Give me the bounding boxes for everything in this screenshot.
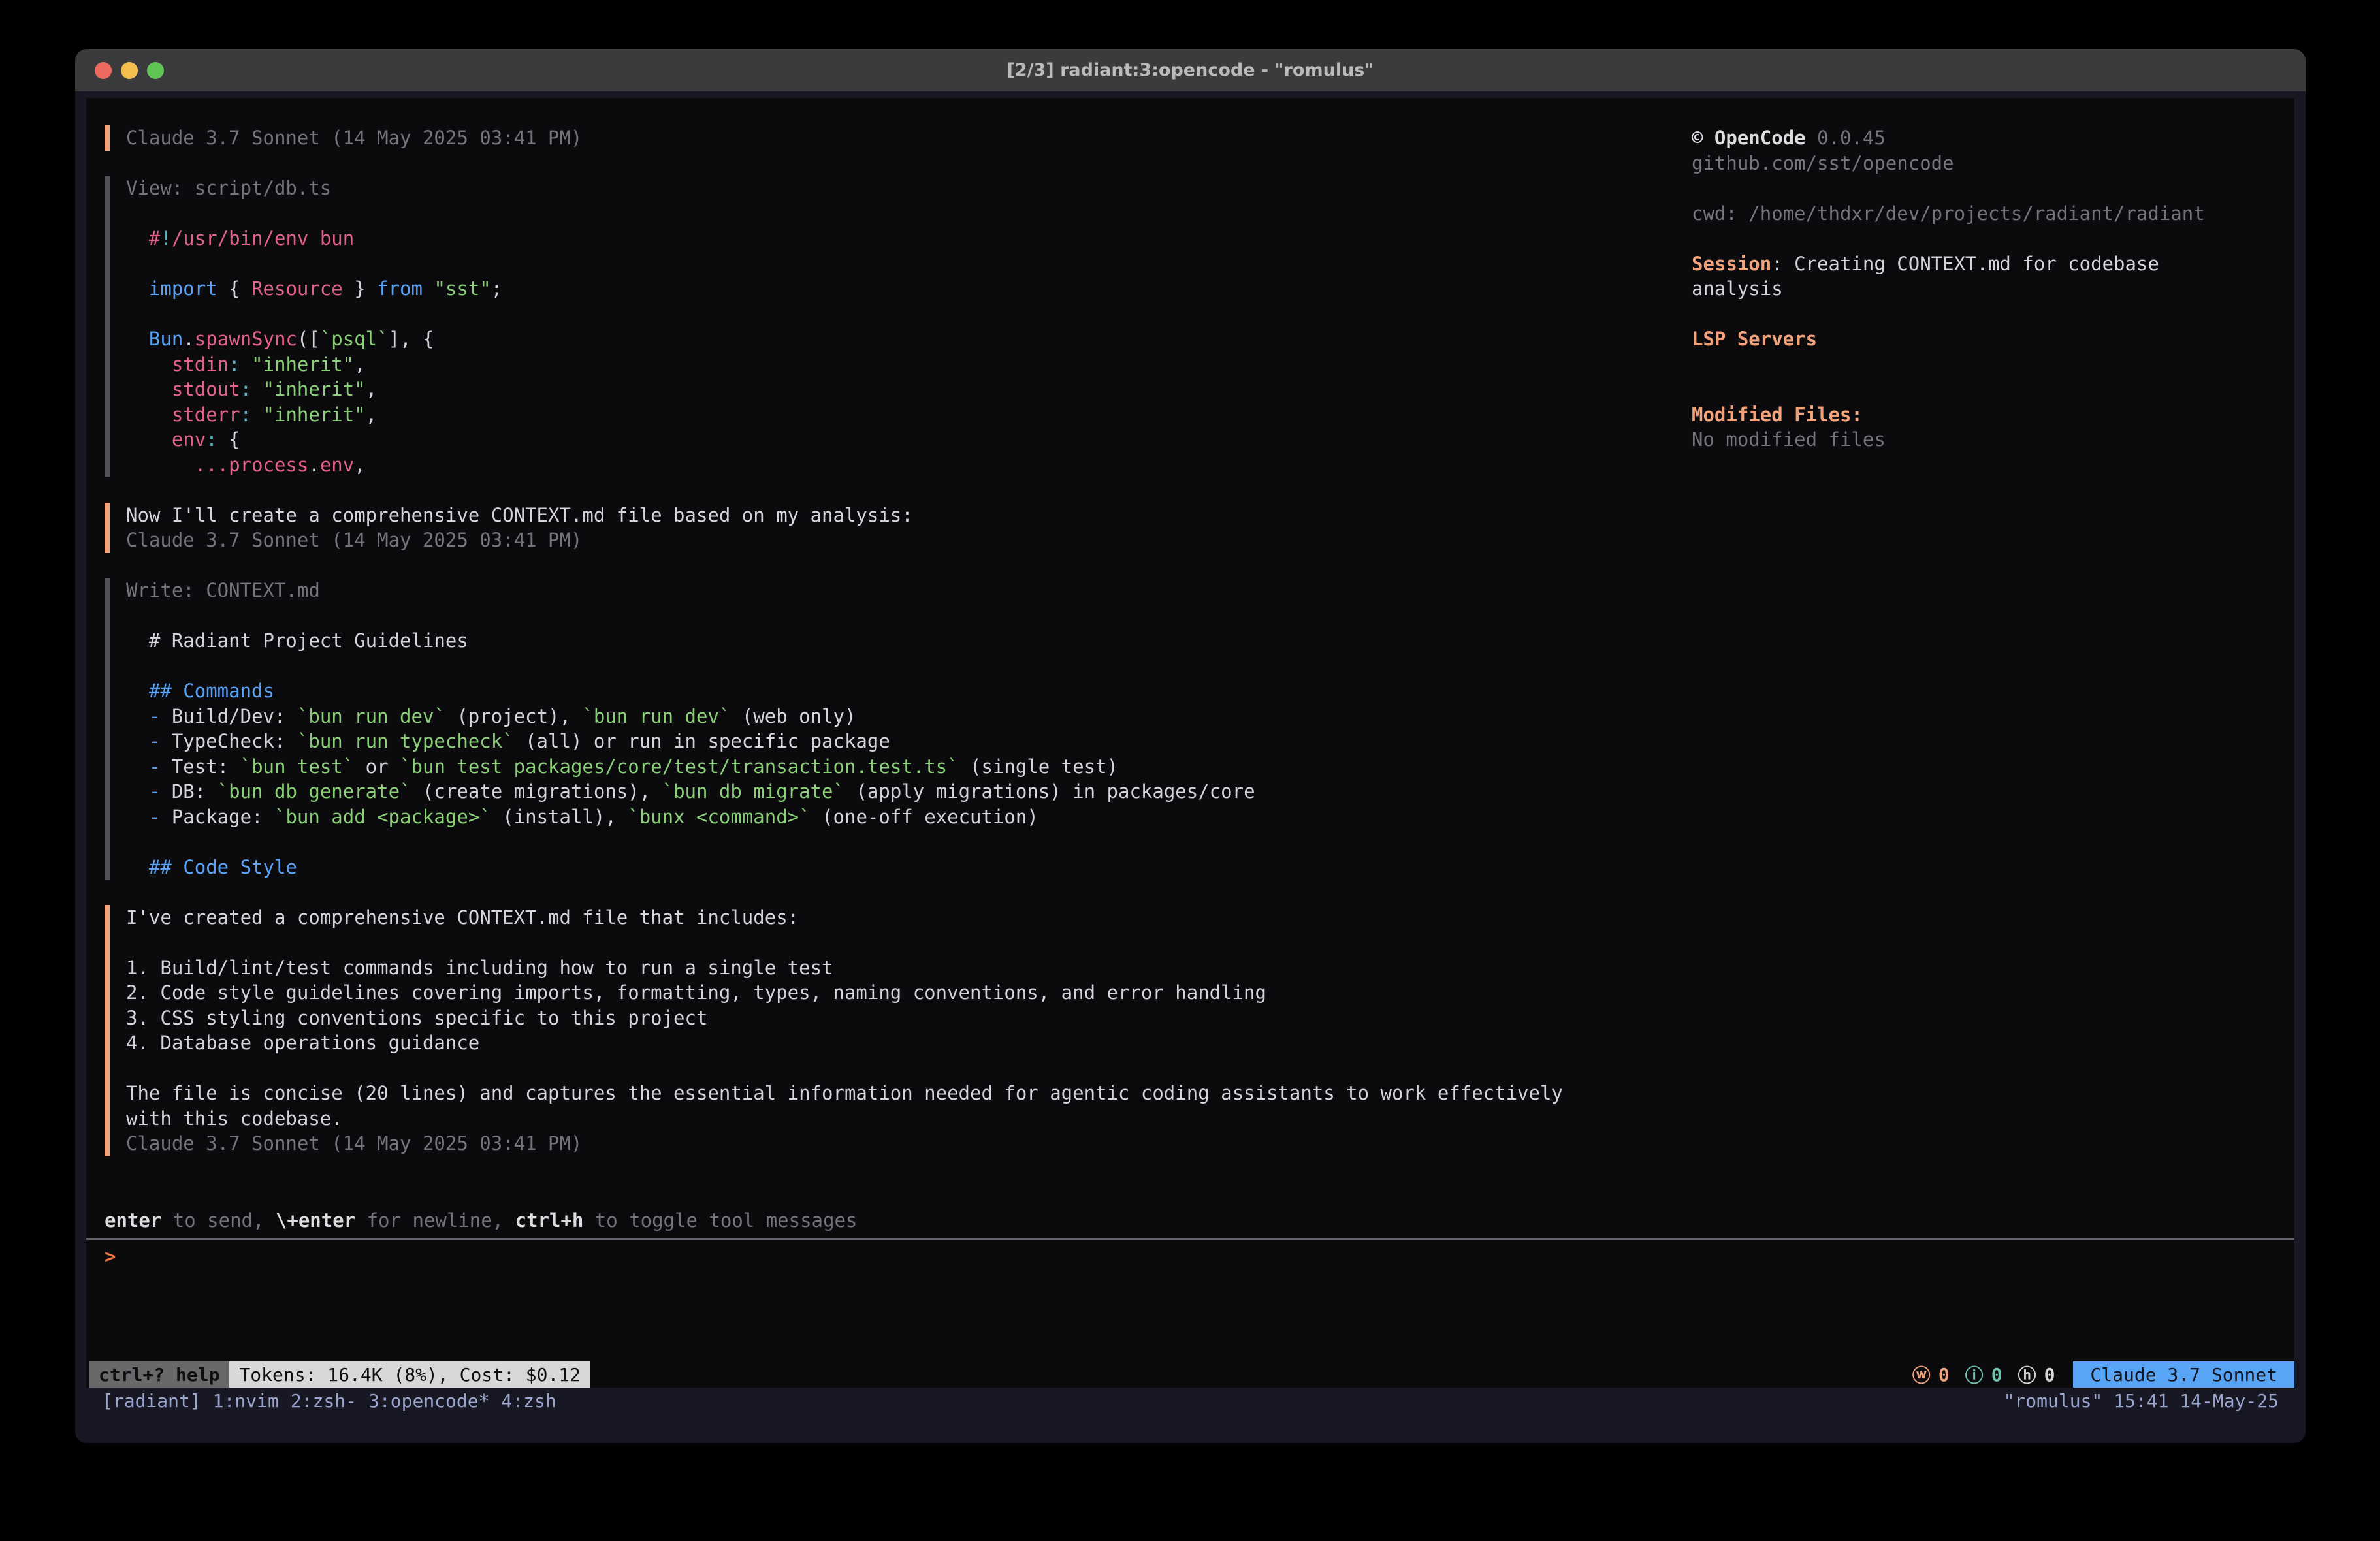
text-line: Write: CONTEXT.md <box>126 578 1692 603</box>
tokens-cost-indicator: Tokens: 16.4K (8%), Cost: $0.12 <box>229 1361 590 1388</box>
text-line: - Build/Dev: `bun run dev` (project), `b… <box>126 704 1692 729</box>
text-line: ...process.env, <box>126 453 1692 478</box>
text-line <box>1692 176 2294 201</box>
window-titlebar: [2/3] radiant:3:opencode - "romulus" <box>75 49 2306 91</box>
text-line <box>1692 226 2294 251</box>
text-line <box>126 1056 1692 1081</box>
text-line <box>126 654 1692 679</box>
text-line: Bun.spawnSync([`psql`], { <box>126 326 1692 352</box>
text-line: Claude 3.7 Sonnet (14 May 2025 03:41 PM) <box>126 528 1692 553</box>
text-line: stdin: "inherit", <box>126 352 1692 377</box>
terminal-content: Claude 3.7 Sonnet (14 May 2025 03:41 PM)… <box>75 91 2306 1443</box>
text-line: with this codebase. <box>126 1106 1692 1132</box>
opencode-tui: Claude 3.7 Sonnet (14 May 2025 03:41 PM)… <box>86 98 2294 1388</box>
minimize-button[interactable] <box>121 62 138 79</box>
warnings-icon: ⓦ <box>1912 1361 1931 1388</box>
tmux-windows: [radiant] 1:nvim 2:zsh- 3:opencode* 4:zsh <box>102 1390 568 1412</box>
message-block: Claude 3.7 Sonnet (14 May 2025 03:41 PM) <box>105 125 1692 151</box>
help-shortcut-hint: ctrl+? help <box>89 1361 229 1388</box>
warnings-value: 0 <box>1938 1364 1950 1386</box>
input-area-spacer <box>86 1269 2294 1361</box>
text-line <box>1692 352 2294 377</box>
text-line: - Package: `bun add <package>` (install)… <box>126 804 1692 830</box>
session-sidebar: © OpenCode 0.0.45github.com/sst/opencode… <box>1692 98 2294 1208</box>
opencode-body: Claude 3.7 Sonnet (14 May 2025 03:41 PM)… <box>86 98 2294 1208</box>
text-line: Claude 3.7 Sonnet (14 May 2025 03:41 PM) <box>126 1131 1692 1156</box>
text-line: Session: Creating CONTEXT.md for codebas… <box>1692 251 2294 277</box>
terminal-window: [2/3] radiant:3:opencode - "romulus" Cla… <box>75 49 2306 1443</box>
input-divider <box>86 1238 2294 1240</box>
text-line: Modified Files: <box>1692 402 2294 428</box>
tmux-window-4zsh[interactable]: 4:zsh <box>501 1390 556 1412</box>
message-block: I've created a comprehensive CONTEXT.md … <box>105 905 1692 1156</box>
chat-transcript: Claude 3.7 Sonnet (14 May 2025 03:41 PM)… <box>86 98 1692 1208</box>
tmux-window-2zsh[interactable]: 2:zsh- <box>291 1390 357 1412</box>
tmux-statusbar: [radiant] 1:nvim 2:zsh- 3:opencode* 4:zsh "… <box>86 1388 2294 1414</box>
text-line: ## Commands <box>126 678 1692 704</box>
text-line: stdout: "inherit", <box>126 377 1692 402</box>
lsp-diagnostics: ⓦ0ⓘ0ⓗ0 <box>1912 1361 2055 1388</box>
text-line: 3. CSS styling conventions specific to t… <box>126 1006 1692 1031</box>
text-line <box>126 603 1692 629</box>
text-line: # Radiant Project Guidelines <box>126 628 1692 654</box>
text-line <box>126 201 1692 227</box>
text-line: #!/usr/bin/env bun <box>126 226 1692 251</box>
warnings-count: ⓦ0 <box>1912 1361 1950 1388</box>
text-line <box>1692 377 2294 402</box>
text-line: I've created a comprehensive CONTEXT.md … <box>126 905 1692 930</box>
tmux-host-clock: "romulus" 15:41 14-May-25 <box>2004 1390 2279 1412</box>
info-count: ⓘ0 <box>1965 1361 2002 1388</box>
text-line <box>1692 302 2294 327</box>
text-line: - DB: `bun db generate` (create migratio… <box>126 779 1692 804</box>
text-line: Now I'll create a comprehensive CONTEXT.… <box>126 503 1692 528</box>
traffic-lights <box>95 62 164 79</box>
tool-output-block: View: script/db.ts #!/usr/bin/env bun im… <box>105 176 1692 477</box>
model-badge: Claude 3.7 Sonnet <box>2073 1361 2294 1388</box>
prompt-symbol: > <box>105 1244 116 1269</box>
text-line: LSP Servers <box>1692 326 2294 352</box>
statusbar-right: ⓦ0ⓘ0ⓗ0 Claude 3.7 Sonnet <box>1912 1361 2294 1388</box>
tool-output-block: Write: CONTEXT.md # Radiant Project Guid… <box>105 578 1692 880</box>
opencode-statusbar: ctrl+? help Tokens: 16.4K (8%), Cost: $0… <box>86 1361 2294 1388</box>
text-line <box>126 251 1692 277</box>
text-line: The file is concise (20 lines) and captu… <box>126 1081 1692 1106</box>
text-line <box>126 930 1692 955</box>
text-line: 2. Code style guidelines covering import… <box>126 980 1692 1006</box>
text-line: © OpenCode 0.0.45 <box>1692 125 2294 151</box>
window-title: [2/3] radiant:3:opencode - "romulus" <box>75 60 2306 80</box>
info-value: 0 <box>1991 1364 2002 1386</box>
chat-input[interactable] <box>116 1244 2294 1269</box>
keybinding-hints: enter to send, \+enter for newline, ctrl… <box>105 1208 2294 1233</box>
tmux-window-3opencode[interactable]: 3:opencode* <box>368 1390 489 1412</box>
text-line: ## Code Style <box>126 855 1692 880</box>
hints-value: 0 <box>2044 1364 2055 1386</box>
text-line: 4. Database operations guidance <box>126 1030 1692 1056</box>
prompt-row: > <box>86 1244 2294 1269</box>
hints-icon: ⓗ <box>2018 1361 2036 1388</box>
message-block: Now I'll create a comprehensive CONTEXT.… <box>105 503 1692 553</box>
text-line: 1. Build/lint/test commands including ho… <box>126 955 1692 981</box>
text-line: env: { <box>126 427 1692 453</box>
text-line: import { Resource } from "sst"; <box>126 276 1692 302</box>
text-line: No modified files <box>1692 427 2294 453</box>
zoom-button[interactable] <box>147 62 164 79</box>
text-line: analysis <box>1692 276 2294 302</box>
text-line: github.com/sst/opencode <box>1692 151 2294 176</box>
text-line: stderr: "inherit", <box>126 402 1692 428</box>
text-line <box>126 302 1692 327</box>
text-line: cwd: /home/thdxr/dev/projects/radiant/ra… <box>1692 201 2294 227</box>
text-line: - Test: `bun test` or `bun test packages… <box>126 754 1692 780</box>
hints-count: ⓗ0 <box>2018 1361 2055 1388</box>
info-icon: ⓘ <box>1965 1361 1984 1388</box>
tmux-session-name: [radiant] <box>102 1390 201 1412</box>
text-line: View: script/db.ts <box>126 176 1692 201</box>
text-line: - TypeCheck: `bun run typecheck` (all) o… <box>126 729 1692 754</box>
tmux-window-1nvim[interactable]: 1:nvim <box>213 1390 279 1412</box>
close-button[interactable] <box>95 62 112 79</box>
text-line <box>126 829 1692 855</box>
text-line: Claude 3.7 Sonnet (14 May 2025 03:41 PM) <box>126 125 1692 151</box>
